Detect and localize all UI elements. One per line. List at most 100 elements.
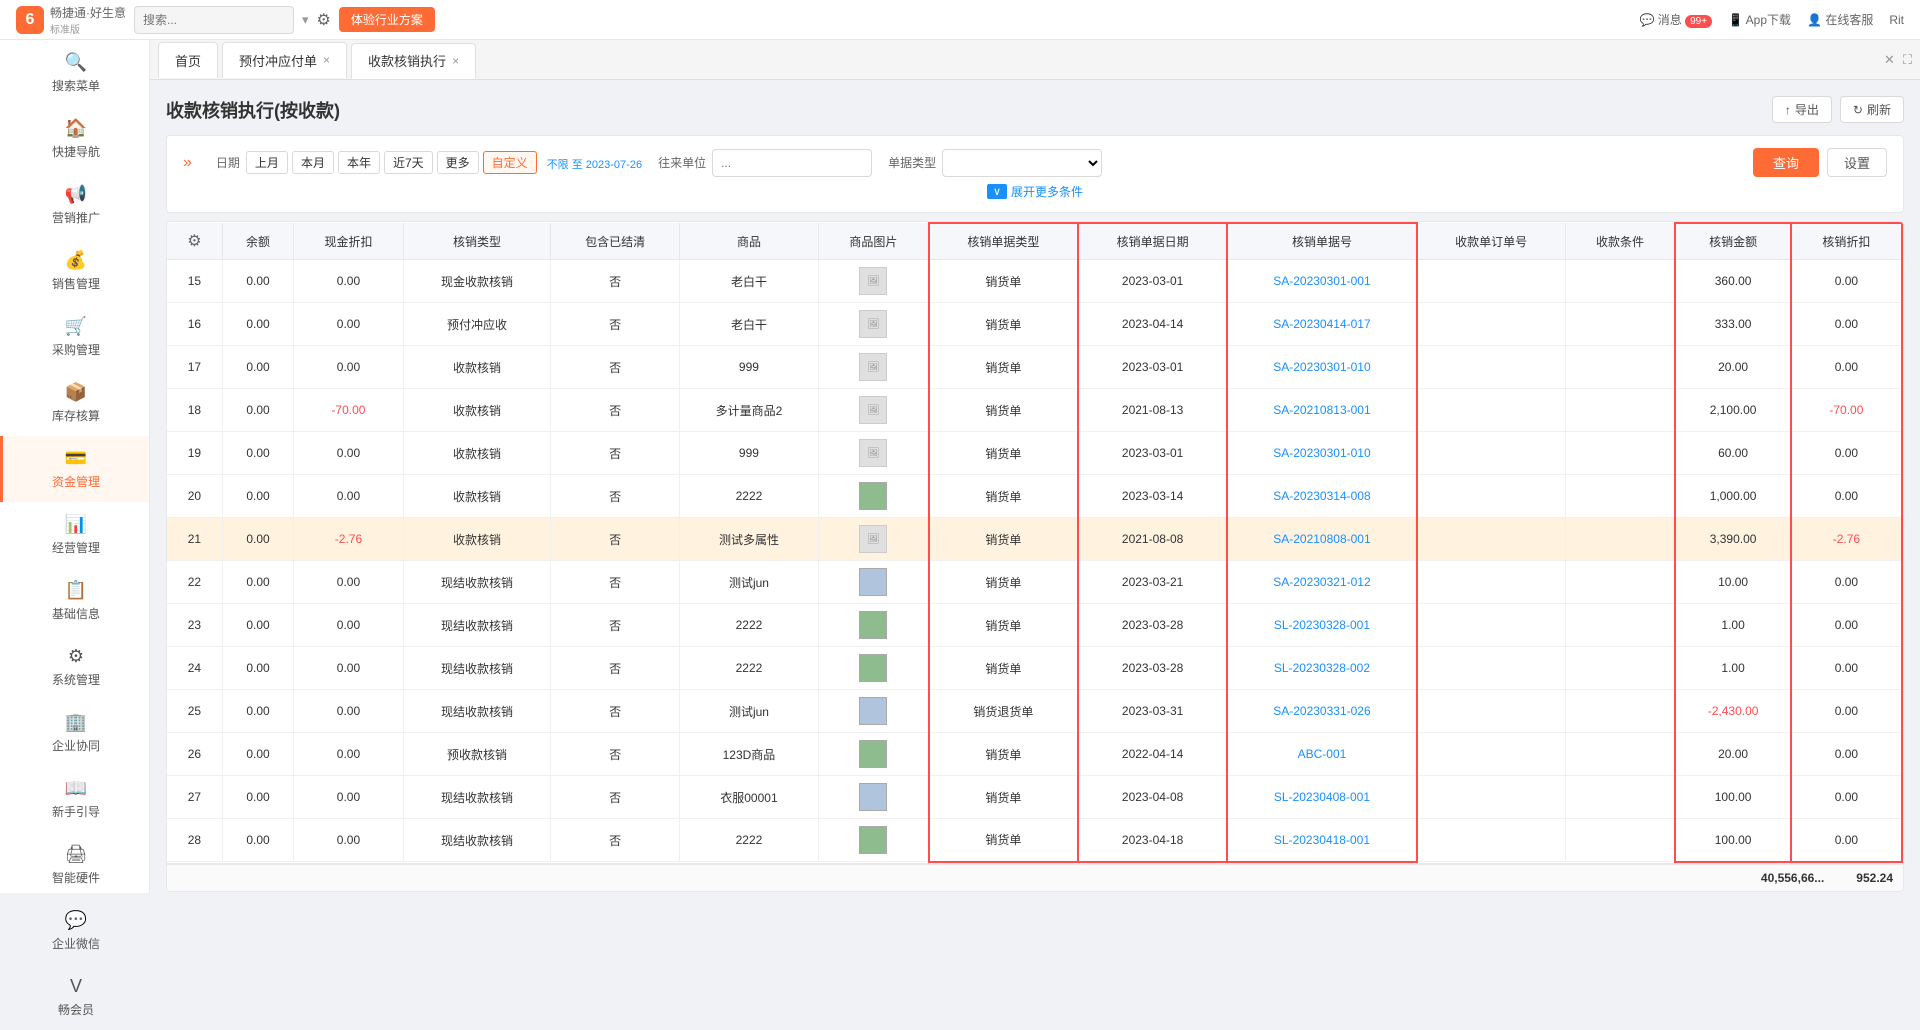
cell-goods: 2222	[679, 647, 818, 690]
cell-verify-discount: 0.00	[1791, 260, 1902, 303]
cell-receipt-order-no	[1417, 346, 1565, 389]
sidebar-item-inventory[interactable]: 📦库存核算	[0, 370, 149, 436]
sidebar-item-finance[interactable]: 💳资金管理	[0, 436, 149, 502]
sidebar-item-purchase[interactable]: 🛒采购管理	[0, 304, 149, 370]
cell-receipt-order-no	[1417, 690, 1565, 733]
verify-no-link[interactable]: SA-20210808-001	[1273, 532, 1370, 546]
table-row: 20 0.00 0.00 收款核销 否 2222 销货单 2023-03-14 …	[167, 475, 1902, 518]
sidebar-item-enterprise[interactable]: 🏢企业协同	[0, 700, 149, 766]
verify-no-link[interactable]: SA-20230301-001	[1273, 274, 1370, 288]
filter-settings-button[interactable]: 设置	[1827, 148, 1887, 177]
verify-no-link[interactable]: SA-20230321-012	[1273, 575, 1370, 589]
cell-verify-date: 2021-08-08	[1078, 518, 1227, 561]
sidebar-item-wechat[interactable]: 💬企业微信	[0, 898, 149, 964]
cell-balance: 0.00	[222, 518, 293, 561]
sidebar-item-hardware[interactable]: 🖨智能硬件	[0, 832, 149, 898]
dropdown-icon[interactable]: ▾	[302, 12, 309, 28]
verify-no-link[interactable]: SA-20230301-010	[1273, 446, 1370, 460]
message-btn[interactable]: 💬 消息 99+	[1639, 11, 1712, 28]
expand-more-conditions[interactable]: ∨ 展开更多条件	[183, 183, 1887, 200]
partner-input[interactable]	[712, 149, 872, 177]
cell-verify-no: ABC-001	[1227, 733, 1417, 776]
page: 收款核销执行(按收款) ↑ 导出 ↻ 刷新 » 日期	[150, 80, 1920, 893]
sidebar-item-marketing[interactable]: 📢营销推广	[0, 172, 149, 238]
table-row: 26 0.00 0.00 预收款核销 否 123D商品 销货单 2022-04-…	[167, 733, 1902, 776]
tab-label-receipt: 收款核销执行	[368, 51, 446, 70]
sidebar-item-system[interactable]: ⚙系统管理	[0, 634, 149, 700]
main-content: 首页预付冲应付单× 收款核销执行 × ✕ ⛶ 收款核销执行(按收款) ↑ 导出 ↻ …	[150, 40, 1920, 893]
tab-close-receipt[interactable]: ×	[452, 54, 459, 68]
top-bar: 6 畅捷通·好生意 标准版 ▾ ⚙ 体验行业方案 💬 消息 99+ 📱 App下…	[0, 0, 1920, 40]
expand-icon[interactable]: ⛶	[1903, 52, 1912, 68]
column-settings-btn[interactable]: ⚙	[187, 231, 201, 251]
verify-no-link[interactable]: SL-20230408-001	[1274, 790, 1370, 804]
date-btn-custom[interactable]: 自定义	[483, 151, 537, 174]
cell-cash-discount: 0.00	[294, 604, 404, 647]
query-button[interactable]: 查询	[1753, 148, 1819, 177]
tab-home[interactable]: 首页	[158, 42, 218, 78]
close-icon[interactable]: ✕	[1884, 52, 1895, 68]
cell-verify-doc-type: 销货单	[929, 561, 1078, 604]
doc-type-select[interactable]	[942, 149, 1102, 177]
cell-balance: 0.00	[222, 733, 293, 776]
cell-receipt-order-no	[1417, 389, 1565, 432]
cell-verify-no: SA-20230314-008	[1227, 475, 1417, 518]
verify-no-link[interactable]: SA-20230414-017	[1273, 317, 1370, 331]
cell-verify-amount: 1,000.00	[1675, 475, 1790, 518]
export-button[interactable]: ↑ 导出	[1772, 96, 1832, 123]
tab-prepay[interactable]: 预付冲应付单×	[222, 42, 347, 78]
cell-verify-amount: 100.00	[1675, 819, 1790, 862]
cell-goods-img	[819, 561, 929, 604]
date-btn-more[interactable]: 更多	[437, 151, 479, 174]
verify-no-link[interactable]: SL-20230418-001	[1274, 833, 1370, 847]
verify-no-link[interactable]: SA-20230314-008	[1273, 489, 1370, 503]
tab-close-prepay[interactable]: ×	[323, 53, 330, 67]
solution-button[interactable]: 体验行业方案	[339, 7, 435, 32]
cell-verify-discount: 0.00	[1791, 733, 1902, 776]
sidebar-item-sales[interactable]: 💰销售管理	[0, 238, 149, 304]
cell-verify-doc-type: 销货单	[929, 389, 1078, 432]
sidebar-item-basic[interactable]: 📋基础信息	[0, 568, 149, 634]
cell-included: 否	[551, 518, 680, 561]
cell-balance: 0.00	[222, 776, 293, 819]
verify-no-link[interactable]: SL-20230328-001	[1274, 618, 1370, 632]
date-btn-7days[interactable]: 近7天	[384, 151, 433, 174]
cell-goods: 2222	[679, 604, 818, 647]
sidebar-item-member[interactable]: V畅会员	[0, 964, 149, 1030]
sidebar-label-purchase: 采购管理	[52, 341, 100, 358]
settings-icon[interactable]: ⚙	[317, 10, 331, 30]
data-table-container: ⚙ 余额 现金折扣 核销类型 包含已结清 商品 商品图片 核销单据类型 核销单据…	[166, 221, 1904, 892]
app-download-btn[interactable]: 📱 App下载	[1728, 11, 1791, 28]
verify-no-link[interactable]: SL-20230328-002	[1274, 661, 1370, 675]
verify-no-link[interactable]: ABC-001	[1298, 747, 1347, 761]
cell-verify-doc-type: 销货单	[929, 733, 1078, 776]
sidebar-item-shortcut[interactable]: 🏠快捷导航	[0, 106, 149, 172]
cell-goods: 2222	[679, 475, 818, 518]
cell-goods: 测试jun	[679, 561, 818, 604]
verify-no-link[interactable]: SA-20230301-010	[1273, 360, 1370, 374]
brand-sub: 标准版	[50, 21, 126, 36]
cell-receipt-cond	[1565, 776, 1675, 819]
sidebar-item-guide[interactable]: 📖新手引导	[0, 766, 149, 832]
tab-receipt[interactable]: 收款核销执行 ×	[351, 43, 476, 79]
cell-included: 否	[551, 260, 680, 303]
date-btn-this-year[interactable]: 本年	[338, 151, 380, 174]
table-row: 22 0.00 0.00 现结收款核销 否 测试jun 销货单 2023-03-…	[167, 561, 1902, 604]
filter-expand-arrow[interactable]: »	[183, 154, 192, 172]
cell-verify-date: 2023-04-14	[1078, 303, 1227, 346]
sidebar-item-search[interactable]: 🔍搜索菜单	[0, 40, 149, 106]
verify-no-link[interactable]: SA-20210813-001	[1273, 403, 1370, 417]
cell-cash-discount: 0.00	[294, 346, 404, 389]
refresh-button[interactable]: ↻ 刷新	[1840, 96, 1904, 123]
cell-goods: 123D商品	[679, 733, 818, 776]
cell-goods-img	[819, 647, 929, 690]
partner-label: 往来单位	[658, 154, 706, 171]
search-input[interactable]	[134, 6, 294, 34]
cell-balance: 0.00	[222, 260, 293, 303]
inventory-icon: 📦	[65, 382, 87, 403]
sidebar-item-business[interactable]: 📊经营管理	[0, 502, 149, 568]
date-btn-this-month[interactable]: 本月	[292, 151, 334, 174]
verify-no-link[interactable]: SA-20230331-026	[1273, 704, 1370, 718]
online-service-btn[interactable]: 👤 在线客服	[1807, 11, 1873, 28]
date-btn-last-month[interactable]: 上月	[246, 151, 288, 174]
